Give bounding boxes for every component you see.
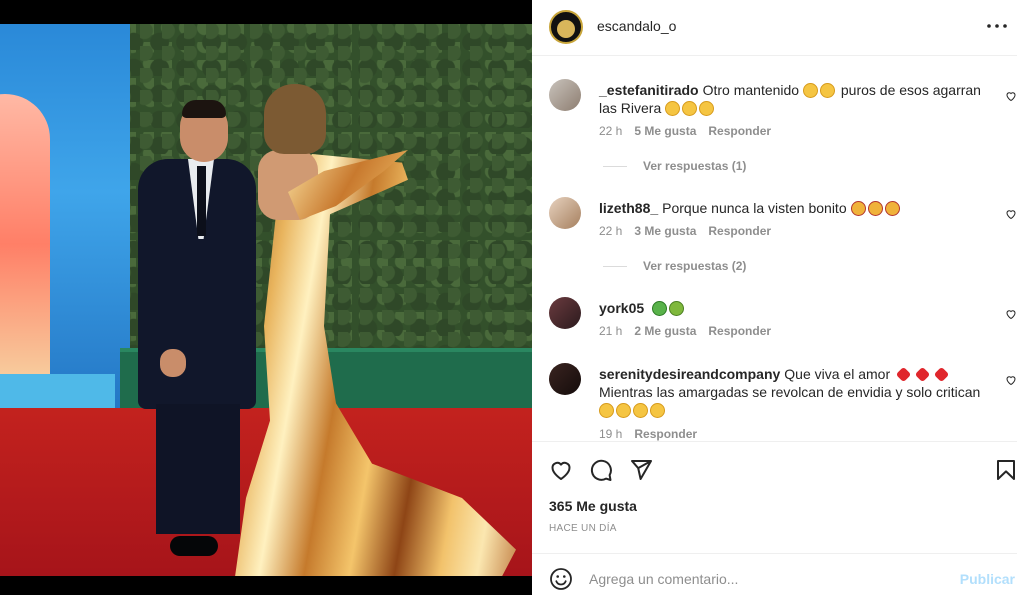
reply-button[interactable]: Responder: [708, 224, 771, 238]
comment-time[interactable]: 21 h: [599, 324, 622, 338]
replies-divider: [603, 165, 627, 167]
share-paper-plane-icon[interactable]: [629, 458, 653, 482]
reply-button[interactable]: Responder: [634, 427, 697, 441]
post-header: escandalo_o: [532, 0, 1017, 56]
laughing-emoji-icon: [699, 101, 715, 116]
comment-time[interactable]: 22 h: [599, 124, 622, 138]
commenter-avatar[interactable]: [549, 197, 581, 229]
like-comment-heart-icon[interactable]: [1005, 308, 1017, 320]
view-replies-button[interactable]: Ver respuestas (1): [603, 159, 746, 173]
laughing-emoji-icon: [633, 403, 648, 418]
red-heart-emoji-icon: [895, 366, 912, 383]
comment-likes[interactable]: 3 Me gusta: [634, 224, 696, 238]
comments-list[interactable]: _estefanitirado Otro mantenido puros de e…: [532, 57, 1017, 441]
post-photo[interactable]: [0, 24, 532, 576]
laughing-emoji-icon: [599, 403, 614, 418]
comment-text: serenitydesireandcompany Que viva el amor…: [599, 365, 984, 419]
like-comment-heart-icon[interactable]: [1005, 208, 1017, 220]
woman-in-gold-gown: [228, 84, 528, 576]
view-replies-label: Ver respuestas (1): [643, 159, 747, 173]
laughing-emoji-icon: [682, 101, 698, 116]
commenter-avatar[interactable]: [549, 297, 581, 329]
comment-bubble-icon[interactable]: [589, 458, 613, 482]
comment-meta: 22 h 5 Me gusta Responder: [599, 124, 771, 138]
author-avatar[interactable]: [549, 10, 583, 44]
commenter-avatar[interactable]: [549, 79, 581, 111]
reply-button[interactable]: Responder: [708, 124, 771, 138]
red-heart-emoji-icon: [914, 366, 931, 383]
comment-likes[interactable]: 5 Me gusta: [634, 124, 696, 138]
add-comment-bar: Publicar: [532, 553, 1017, 595]
comment-text-part: Mientras las amargadas se revolcan de en…: [599, 384, 981, 400]
like-comment-heart-icon[interactable]: [1005, 90, 1017, 102]
commenter-username[interactable]: york05: [599, 300, 644, 316]
comment-meta: 19 h Responder: [599, 427, 697, 441]
frog-emoji-icon: [652, 301, 668, 316]
red-heart-emoji-icon: [933, 366, 950, 383]
emoji-smile-icon[interactable]: [549, 567, 573, 591]
commenter-username[interactable]: serenitydesireandcompany: [599, 366, 780, 382]
comment-text: lizeth88_ Porque nunca la visten bonito: [599, 199, 984, 217]
commenter-username[interactable]: _estefanitirado: [599, 82, 699, 98]
laughing-emoji-icon: [616, 403, 631, 418]
comment-meta: 21 h 2 Me gusta Responder: [599, 324, 771, 338]
backdrop-arch: [0, 94, 50, 394]
laughing-emoji-icon: [802, 83, 818, 98]
comment-text-part: Porque nunca la visten bonito: [662, 200, 847, 216]
comment-time[interactable]: 19 h: [599, 427, 622, 441]
comment-meta: 22 h 3 Me gusta Responder: [599, 224, 771, 238]
like-heart-icon[interactable]: [549, 458, 573, 482]
angry-face-emoji-icon: [867, 201, 883, 216]
comment-text: york05: [599, 299, 984, 317]
laughing-emoji-icon: [665, 101, 681, 116]
laughing-emoji-icon: [819, 83, 835, 98]
comment-likes[interactable]: 2 Me gusta: [634, 324, 696, 338]
comment-text-part: Otro mantenido: [702, 82, 800, 98]
post-side-panel: escandalo_o _estefanitirado Otro mantenid…: [532, 0, 1017, 595]
replies-divider: [603, 265, 627, 267]
commenter-username[interactable]: lizeth88_: [599, 200, 658, 216]
commenter-avatar[interactable]: [549, 363, 581, 395]
author-username[interactable]: escandalo_o: [597, 18, 676, 34]
angry-face-emoji-icon: [850, 201, 866, 216]
view-replies-label: Ver respuestas (2): [643, 259, 747, 273]
comment-input[interactable]: [589, 568, 949, 590]
laughing-emoji-icon: [650, 403, 665, 418]
like-comment-heart-icon[interactable]: [1005, 374, 1017, 386]
save-bookmark-icon[interactable]: [994, 458, 1017, 482]
view-replies-button[interactable]: Ver respuestas (2): [603, 259, 746, 273]
post-actions: 365 Me gusta HACE UN DÍA: [532, 441, 1017, 553]
comment-text: _estefanitirado Otro mantenido puros de e…: [599, 81, 984, 117]
likes-count[interactable]: 365 Me gusta: [549, 498, 637, 514]
nauseated-face-emoji-icon: [669, 301, 685, 316]
comment-time[interactable]: 22 h: [599, 224, 622, 238]
reply-button[interactable]: Responder: [708, 324, 771, 338]
angry-face-emoji-icon: [884, 201, 900, 216]
publish-button[interactable]: Publicar: [960, 571, 1015, 587]
post-timestamp[interactable]: HACE UN DÍA: [549, 523, 617, 534]
more-horizontal-icon[interactable]: [985, 14, 1009, 38]
post-media: [0, 0, 532, 595]
comment-text-part: Que viva el amor: [784, 366, 891, 382]
